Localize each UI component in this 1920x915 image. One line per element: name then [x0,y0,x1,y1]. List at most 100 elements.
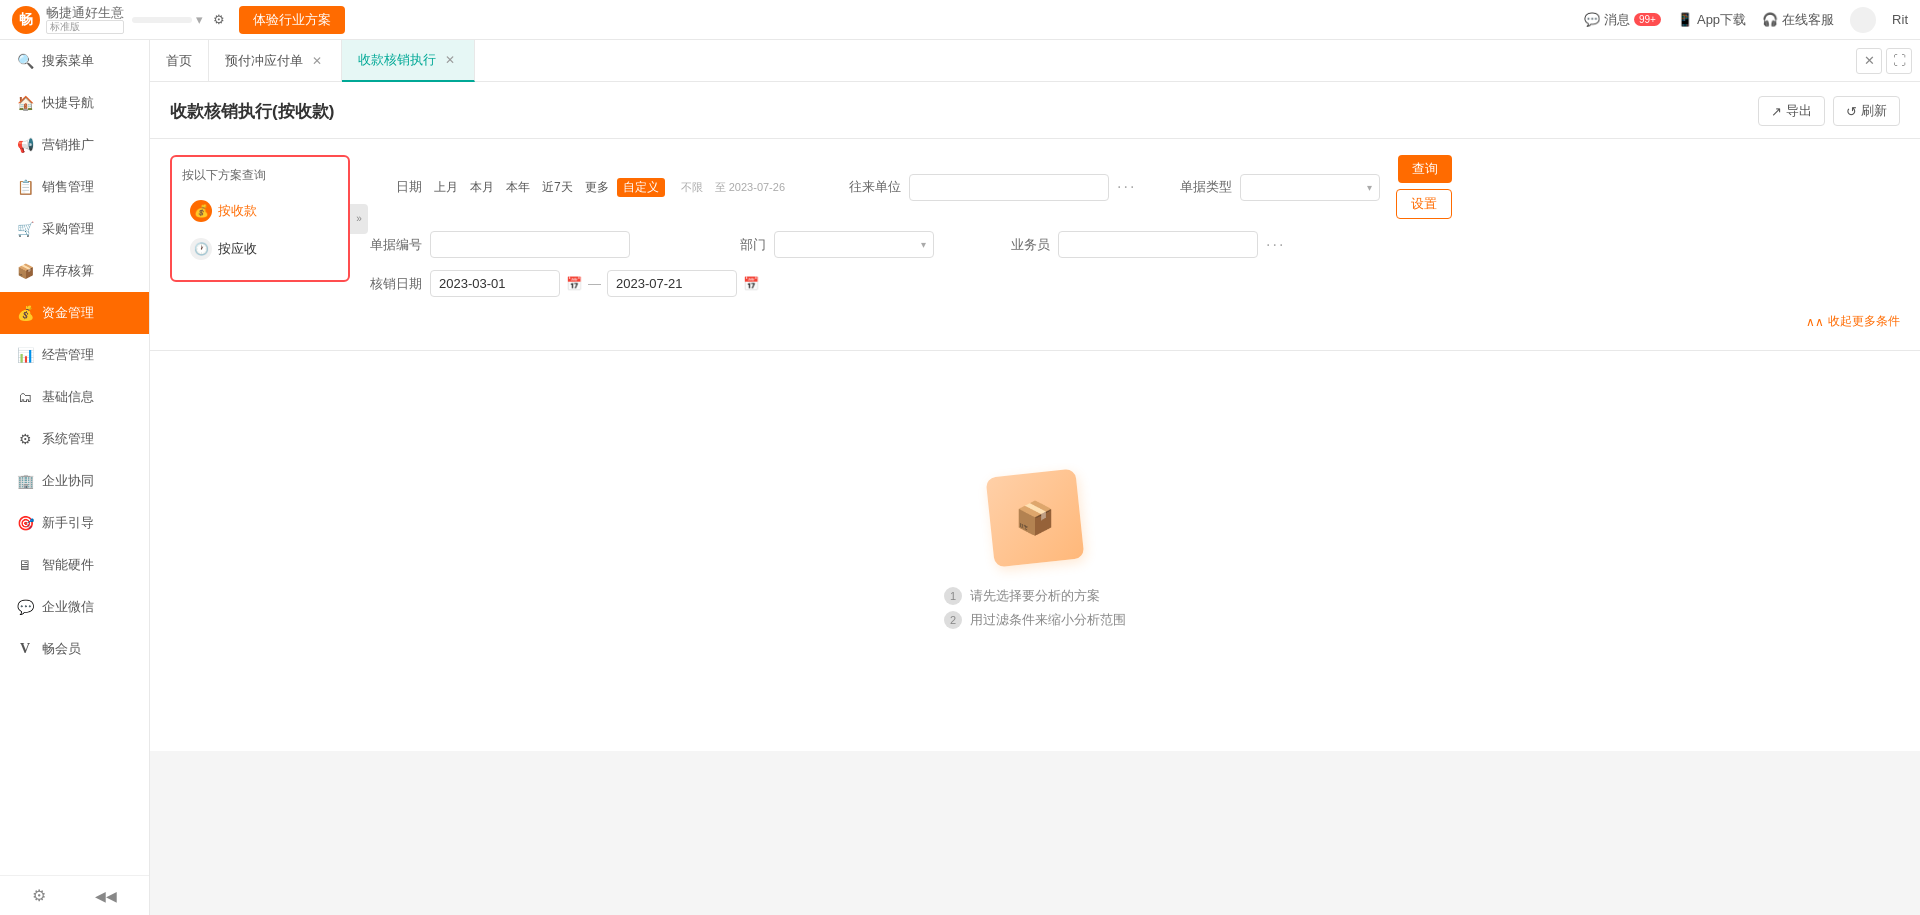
writeoff-date-end-input[interactable] [607,270,737,297]
smart-hw-icon: 🖥 [16,556,34,574]
chevron-up-icon: ∧∧ [1806,315,1824,329]
sales-icon: 📋 [16,178,34,196]
bill-no-input[interactable] [430,231,630,258]
writeoff-date-start-input[interactable] [430,270,560,297]
sidebar-item-purchase-mgmt[interactable]: 🛒 采购管理 [0,208,149,250]
brand-tag: 标准版 [46,20,124,34]
filter-actions: 查询 设置 [1396,155,1452,219]
filter-panel: 按以下方案查询 💰 按收款 🕐 按应收 » [150,139,1920,351]
vip-icon: V [16,640,34,658]
empty-state: 📦 1 请先选择要分析的方案 2 用过滤条件来缩小分析范围 [150,351,1920,751]
filter-item-staff: 业务员 ··· [990,231,1285,258]
sys-icon: ⚙ [16,430,34,448]
sidebar-settings-icon[interactable]: ⚙ [32,886,46,905]
sidebar-item-inventory[interactable]: 📦 库存核算 [0,250,149,292]
filter-option-by-receipt[interactable]: 💰 按收款 [182,194,338,228]
topbar-right: 💬 消息 99+ 📱 App下载 🎧 在线客服 Rit [1584,7,1908,33]
tab-prepay-close-icon[interactable]: ✕ [309,53,325,69]
topbar-title-area: ▾ ⚙ [132,8,231,32]
service-icon: 🎧 [1762,12,1778,27]
page-content: 收款核销执行(按收款) ↗ 导出 ↺ 刷新 按以下方案 [150,82,1920,915]
no-limit-date: 至 2023-07-26 [715,180,785,195]
fund-icon: 💰 [16,304,34,322]
page-header: 收款核销执行(按收款) ↗ 导出 ↺ 刷新 [150,82,1920,139]
export-btn[interactable]: ↗ 导出 [1758,96,1825,126]
app-download-btn[interactable]: 📱 App下载 [1677,11,1746,29]
bill-type-select[interactable] [1240,174,1380,201]
chevron-down-icon[interactable]: ▾ [196,12,203,27]
partner-input[interactable] [909,174,1109,201]
message-btn[interactable]: 💬 消息 99+ [1584,11,1661,29]
bill-no-label: 单据编号 [362,236,422,254]
sidebar-item-enterprise[interactable]: 🏢 企业协同 [0,460,149,502]
refresh-icon: ↺ [1846,104,1857,119]
empty-num-2: 2 [944,611,962,629]
dept-select[interactable] [774,231,934,258]
sidebar-item-marketing[interactable]: 📢 营销推广 [0,124,149,166]
date-shortcut-this-month[interactable]: 本月 [466,178,498,197]
inventory-icon: 📦 [16,262,34,280]
date-shortcut-custom[interactable]: 自定义 [617,178,665,197]
date-shortcut-prev-month[interactable]: 上月 [430,178,462,197]
sidebar-item-corp-wechat[interactable]: 💬 企业微信 [0,586,149,628]
empty-face-icon: 📦 [1015,499,1055,537]
sidebar-collapse-icon[interactable]: ◀◀ [95,888,117,904]
empty-box-icon: 📦 [986,469,1085,568]
tab-prepay-conflict[interactable]: 预付冲应付单 ✕ [209,40,342,82]
online-service-btn[interactable]: 🎧 在线客服 [1762,11,1834,29]
tab-receipt-writeoff[interactable]: 收款核销执行 ✕ [342,40,475,82]
brand-name: 畅捷通好生意 [46,5,124,21]
sidebar-item-fund-mgmt[interactable]: 💰 资金管理 [0,292,149,334]
date-shortcut-more[interactable]: 更多 [581,178,613,197]
partner-ellipsis-icon[interactable]: ··· [1117,178,1136,196]
date-shortcuts: 上月 本月 本年 近7天 更多 自定义 [430,178,665,197]
refresh-btn[interactable]: ↺ 刷新 [1833,96,1900,126]
date-shortcut-this-year[interactable]: 本年 [502,178,534,197]
sidebar-bottom-bar: ⚙ ◀◀ [0,875,149,915]
tab-receipt-close-icon[interactable]: ✕ [442,52,458,68]
purchase-icon: 🛒 [16,220,34,238]
page-header-actions: ↗ 导出 ↺ 刷新 [1758,96,1900,126]
biz-icon: 📊 [16,346,34,364]
sidebar-item-search-menu[interactable]: 🔍 搜索菜单 [0,40,149,82]
search-menu-icon: 🔍 [16,52,34,70]
bill-type-label: 单据类型 [1172,178,1232,196]
staff-input[interactable] [1058,231,1258,258]
empty-line-2: 2 用过滤条件来缩小分析范围 [944,611,1126,629]
industry-btn[interactable]: 体验行业方案 [239,6,345,34]
settings-btn[interactable]: 设置 [1396,189,1452,219]
staff-ellipsis-icon[interactable]: ··· [1266,236,1285,254]
user-avatar[interactable] [1850,7,1876,33]
sidebar-item-sales-mgmt[interactable]: 📋 销售管理 [0,166,149,208]
writeoff-date-end-calendar-icon[interactable]: 📅 [743,276,759,291]
search-btn[interactable]: 查询 [1398,155,1452,183]
tab-home[interactable]: 首页 [150,40,209,82]
tab-close-window-icon[interactable]: ✕ [1856,48,1882,74]
filter-item-dept: 部门 ▾ [706,231,934,258]
writeoff-date-start-calendar-icon[interactable]: 📅 [566,276,582,291]
staff-label: 业务员 [990,236,1050,254]
dept-select-wrap: ▾ [774,231,934,258]
filter-option-by-receivable[interactable]: 🕐 按应收 [182,232,338,266]
settings-icon[interactable]: ⚙ [207,8,231,32]
sidebar-item-quick-nav[interactable]: 🏠 快捷导航 [0,82,149,124]
sidebar-item-biz-mgmt[interactable]: 📊 经营管理 [0,334,149,376]
filter-item-date: 日期 上月 本月 本年 近7天 更多 自定义 [362,178,665,197]
topbar: 畅 畅捷通好生意 标准版 ▾ ⚙ 体验行业方案 💬 消息 99+ 📱 App下载… [0,0,1920,40]
sidebar-item-sys-mgmt[interactable]: ⚙ 系统管理 [0,418,149,460]
date-shortcut-last7days[interactable]: 近7天 [538,178,577,197]
user-name[interactable]: Rit [1892,12,1908,27]
filter-sidebar: 按以下方案查询 💰 按收款 🕐 按应收 » [170,155,350,334]
tabbar: 首页 预付冲应付单 ✕ 收款核销执行 ✕ ✕ ⛶ [150,40,1920,82]
no-limit-label: 不限 [681,180,703,195]
tab-expand-icon[interactable]: ⛶ [1886,48,1912,74]
filter-item-date-nolimit: 不限 至 2023-07-26 [681,180,785,195]
collapse-more-btn[interactable]: ∧∧ 收起更多条件 [1806,309,1900,334]
sidebar-item-newcomer[interactable]: 🎯 新手引导 [0,502,149,544]
sidebar-item-vip[interactable]: V 畅会员 [0,628,149,670]
sidebar-item-smart-hw[interactable]: 🖥 智能硬件 [0,544,149,586]
sidebar-item-base-info[interactable]: 🗂 基础信息 [0,376,149,418]
filter-query-collapse-btn[interactable]: » [350,204,368,234]
corp-wechat-icon: 💬 [16,598,34,616]
brand-logo: 畅 畅捷通好生意 标准版 [12,5,124,35]
